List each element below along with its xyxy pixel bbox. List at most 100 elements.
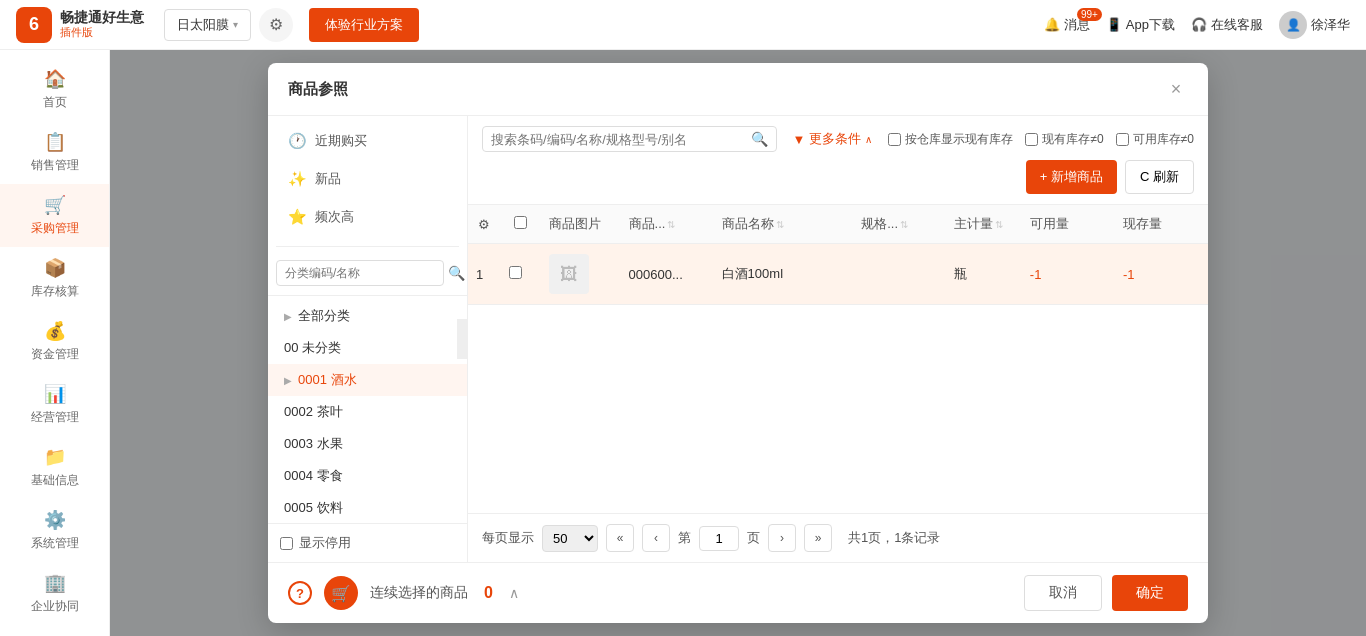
prev-page-button[interactable]: ‹: [642, 524, 670, 552]
stock-ne-filter-label: 现有库存≠0: [1042, 131, 1103, 148]
recent-tab[interactable]: 🕐 近期购买: [276, 124, 459, 158]
toolbar: 🔍 ▼ 更多条件 ∧ 按仓库显示现有库存: [468, 116, 1208, 205]
search-icon[interactable]: 🔍: [751, 131, 768, 147]
new-products-tab[interactable]: ✨ 新品: [276, 162, 459, 196]
last-page-button[interactable]: »: [804, 524, 832, 552]
sidebar-item-guide[interactable]: 🆕 新手引导: [0, 625, 109, 636]
page-number-input[interactable]: [699, 526, 739, 551]
next-page-button[interactable]: ›: [768, 524, 796, 552]
stock-ne-filter-checkbox[interactable]: 现有库存≠0: [1025, 131, 1103, 148]
star-icon: ⭐: [288, 208, 307, 226]
more-filter-button[interactable]: ▼ 更多条件 ∧: [785, 126, 881, 152]
left-divider: [276, 246, 459, 247]
sidebar-item-operation[interactable]: 📊 经营管理: [0, 373, 109, 436]
stock-ne-checkbox-input[interactable]: [1025, 133, 1038, 146]
first-page-button[interactable]: «: [606, 524, 634, 552]
confirm-button[interactable]: 确定: [1112, 575, 1188, 611]
tree-item-0005-label: 0005 饮料: [284, 499, 343, 517]
logo-icon: 6: [16, 7, 52, 43]
tree-item-0002[interactable]: 0002 茶叶: [268, 396, 467, 428]
th-spec[interactable]: 规格...⇅: [853, 205, 946, 244]
sidebar-item-home[interactable]: 🏠 首页: [0, 58, 109, 121]
selection-count: 0: [484, 584, 493, 602]
online-service-item[interactable]: 🎧 在线客服: [1191, 16, 1263, 34]
footer-right: 取消 确定: [1024, 575, 1188, 611]
sidebar-item-system[interactable]: ⚙️ 系统管理: [0, 499, 109, 562]
collapse-up-button[interactable]: ∧: [509, 585, 519, 601]
system-icon: ⚙️: [44, 509, 66, 531]
th-unit[interactable]: 主计量⇅: [946, 205, 1022, 244]
tree-item-0001[interactable]: ▶ 0001 酒水: [268, 364, 467, 396]
th-img: 商品图片: [541, 205, 621, 244]
sidebar-item-purchase[interactable]: 🛒 采购管理: [0, 184, 109, 247]
modal-close-button[interactable]: ×: [1164, 77, 1188, 101]
experience-button[interactable]: 体验行业方案: [309, 8, 419, 42]
category-search-input[interactable]: [276, 260, 444, 286]
headset-icon: 🎧: [1191, 17, 1207, 32]
table-header: ⚙ 商品图片 商品...⇅: [468, 205, 1208, 244]
help-button[interactable]: ?: [288, 581, 312, 605]
cart-icon: 🛒: [331, 584, 351, 603]
branch-selector[interactable]: 日太阳膜 ▾: [164, 9, 251, 41]
new-icon: ✨: [288, 170, 307, 188]
cancel-button[interactable]: 取消: [1024, 575, 1102, 611]
show-disabled-checkbox[interactable]: [280, 537, 293, 550]
th-code[interactable]: 商品...⇅: [621, 205, 714, 244]
collapse-panel-button[interactable]: 《: [457, 319, 468, 359]
cell-code: 000600...: [621, 244, 714, 305]
tree-item-00-label: 00 未分类: [284, 339, 341, 357]
tree-item-0005[interactable]: 0005 饮料: [268, 492, 467, 523]
category-search-button[interactable]: 🔍: [448, 259, 465, 287]
filter-up-icon: ∧: [865, 134, 872, 145]
table-row[interactable]: 1 🖼 000600... 白酒100ml: [468, 244, 1208, 305]
right-panel: 🔍 ▼ 更多条件 ∧ 按仓库显示现有库存: [468, 116, 1208, 562]
available-ne-filter-checkbox[interactable]: 可用库存≠0: [1116, 131, 1194, 148]
th-settings[interactable]: ⚙: [468, 205, 501, 244]
refresh-button[interactable]: C 刷新: [1125, 160, 1194, 194]
row-checkbox[interactable]: [509, 266, 522, 279]
th-name[interactable]: 商品名称⇅: [714, 205, 854, 244]
cell-img: 🖼: [541, 244, 621, 305]
select-all-checkbox[interactable]: [514, 216, 527, 229]
tree-item-0004-label: 0004 零食: [284, 467, 343, 485]
available-ne-checkbox-input[interactable]: [1116, 133, 1129, 146]
frequent-tab[interactable]: ⭐ 频次高: [276, 200, 459, 234]
category-search-area: 🔍: [268, 251, 467, 296]
messages-badge: 99+: [1077, 8, 1102, 21]
cart-button[interactable]: 🛒: [324, 576, 358, 610]
service-label: 在线客服: [1211, 16, 1263, 34]
company-icon: 🏢: [44, 572, 66, 594]
filter-icon: ▼: [793, 132, 806, 147]
tree-item-all[interactable]: ▶ 全部分类: [268, 300, 467, 332]
per-page-select[interactable]: 50 10 20 100: [542, 525, 598, 552]
sidebar-item-company[interactable]: 🏢 企业协同: [0, 562, 109, 625]
app-download-item[interactable]: 📱 App下载: [1106, 16, 1175, 34]
user-profile-item[interactable]: 👤 徐泽华: [1279, 11, 1350, 39]
sidebar-item-stock[interactable]: 📦 库存核算: [0, 247, 109, 310]
sidebar-label-operation: 经营管理: [31, 409, 79, 426]
add-product-button[interactable]: + 新增商品: [1026, 160, 1117, 194]
cell-spec: [853, 244, 946, 305]
tree-item-00[interactable]: 00 未分类: [268, 332, 467, 364]
sidebar-label-sales: 销售管理: [31, 157, 79, 174]
product-search-box[interactable]: 🔍: [482, 126, 777, 152]
warehouse-filter-checkbox[interactable]: 按仓库显示现有库存: [888, 131, 1013, 148]
nav-right: 🔔 消息 99+ 📱 App下载 🎧 在线客服 👤 徐泽华: [1044, 11, 1350, 39]
messages-nav-item[interactable]: 🔔 消息 99+: [1044, 16, 1090, 34]
tree-item-0003[interactable]: 0003 水果: [268, 428, 467, 460]
settings-button[interactable]: ⚙: [259, 8, 293, 42]
sidebar-item-finance[interactable]: 💰 资金管理: [0, 310, 109, 373]
sidebar-item-sales[interactable]: 📋 销售管理: [0, 121, 109, 184]
main-content: 商品参照 × 🕐 近期购买 ✨: [110, 50, 1366, 636]
logo-text: 畅捷通好生意: [60, 9, 144, 26]
sidebar-item-basic[interactable]: 📁 基础信息: [0, 436, 109, 499]
tree-item-0004[interactable]: 0004 零食: [268, 460, 467, 492]
finance-icon: 💰: [44, 320, 66, 342]
cell-checkbox[interactable]: [501, 244, 541, 305]
tree-item-0001-label: 0001 酒水: [298, 371, 357, 389]
product-search-input[interactable]: [491, 132, 751, 147]
warehouse-checkbox-input[interactable]: [888, 133, 901, 146]
product-table: ⚙ 商品图片 商品...⇅: [468, 205, 1208, 305]
sidebar-label-home: 首页: [43, 94, 67, 111]
cell-unit: 瓶: [946, 244, 1022, 305]
